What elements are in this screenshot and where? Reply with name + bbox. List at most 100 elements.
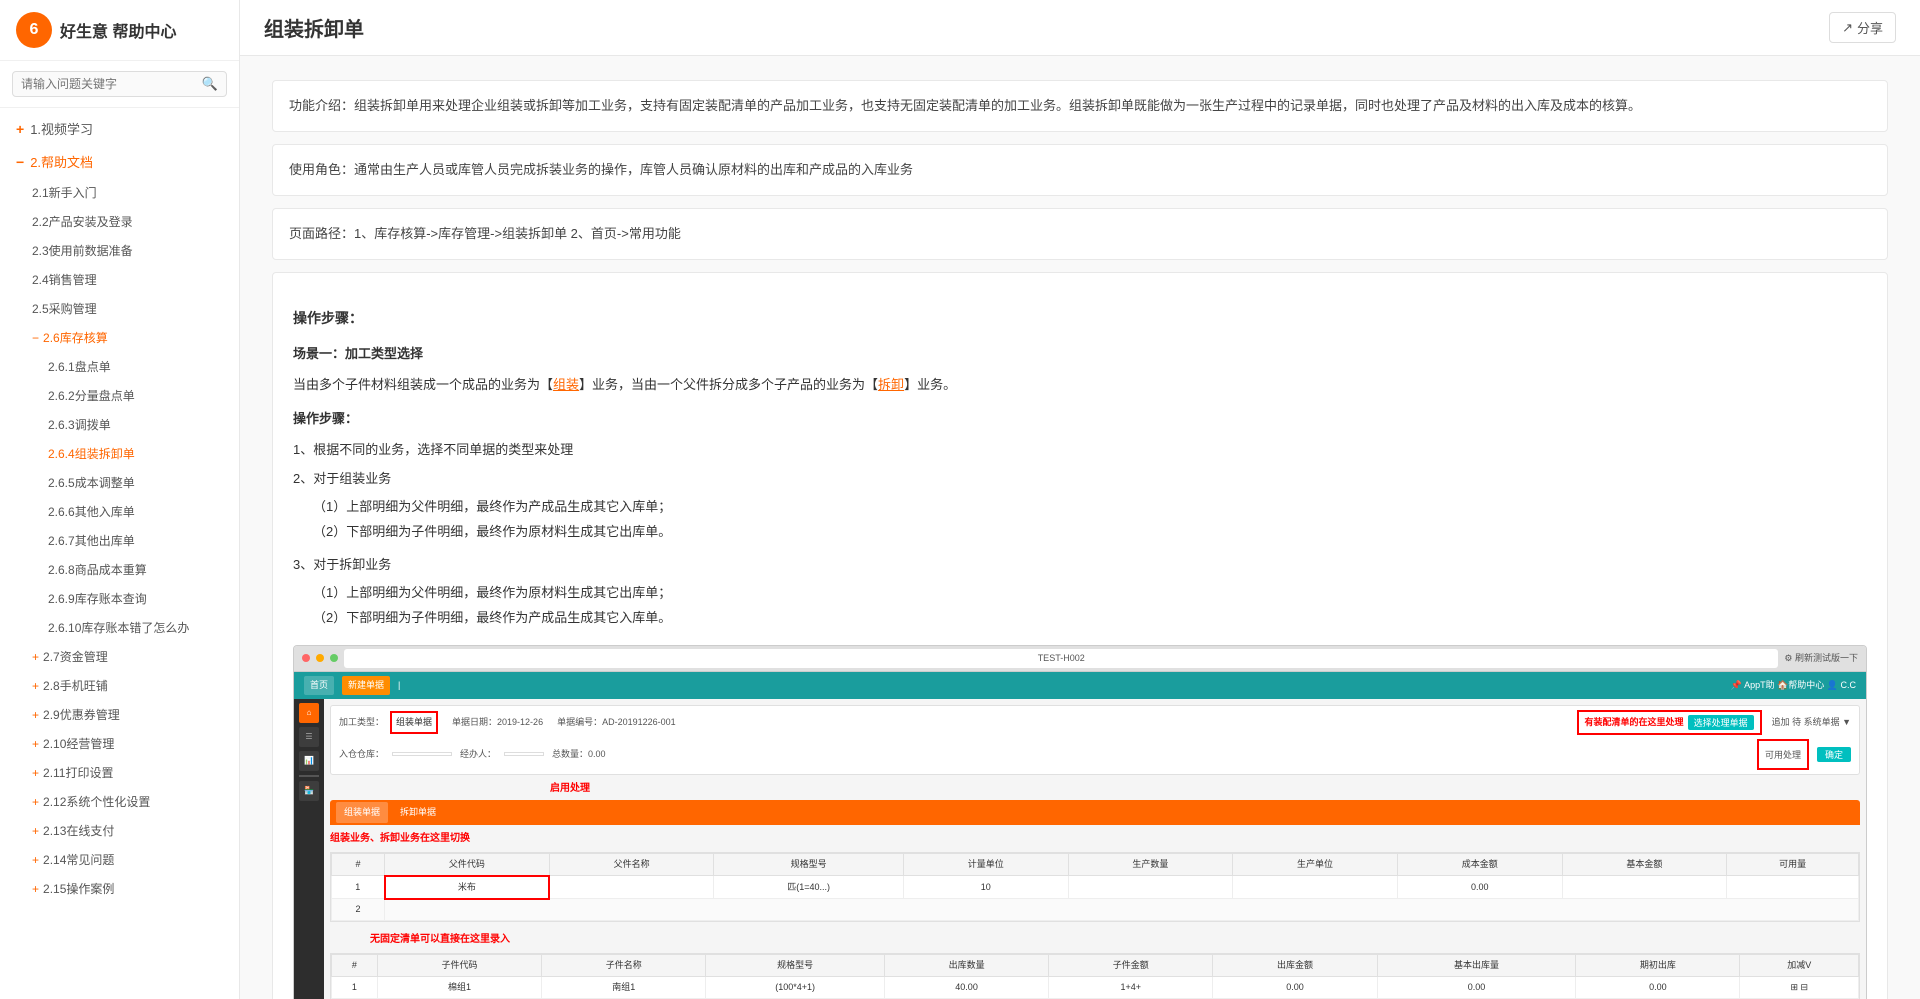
annotation4-text: 无固定清单可以直接在这里录入 [330,934,510,945]
annotation3-text: 启用处理 [550,779,590,798]
sub-table-head: # 子件代码 子件名称 规格型号 出库数量 子件金额 出库金额 基本出库量 [332,954,1859,976]
app-nav-purchase: 新建单据 [342,676,390,695]
form-header: 加工类型： 组装单据 单据日期：2019-12-26 单据编号：AD-20191… [330,705,1860,775]
sidebar-item-label: 2.帮助文档 [30,152,93,171]
process-btn[interactable]: 选择处理单据 [1688,715,1754,730]
sidebar-item-211[interactable]: +2.11打印设置 [0,758,239,787]
warehouse-label: 入仓仓库： [339,746,384,763]
warehouse-input[interactable] [392,752,452,756]
td-num: 1 [332,876,385,899]
sidebar-item-261[interactable]: 2.6.1盘点单 [0,352,239,381]
tab-assembly[interactable]: 组装单据 [336,802,388,823]
app-nav-icons: 📌 AppT助 🏠帮助中心 👤 C.C [1731,677,1856,694]
step1: 1、根据不同的业务，选择不同单据的类型来处理 [293,438,1867,463]
app-nav-text: | [398,677,400,694]
th-unit: 计量单位 [903,853,1068,876]
annotation1-area: 有装配清单的在这里处理 选择处理单据 [1577,710,1762,735]
search-box: 🔍 [0,61,239,108]
sidebar-item-269[interactable]: 2.6.9库存账本查询 [0,584,239,613]
sidebar-item-22[interactable]: 2.2产品安装及登录 [0,207,239,236]
form-type-value: 组装单据 [390,711,438,734]
sidebar-item-29[interactable]: +2.9优惠券管理 [0,700,239,729]
path-block: 页面路径：1、库存核算->库存管理->组装拆卸单 2、首页->常用功能 [272,208,1888,260]
maximize-btn-icon [330,654,338,662]
sidebar-item-23[interactable]: 2.3使用前数据准备 [0,236,239,265]
td-prod-unit [1233,876,1398,899]
sidebar-item-21[interactable]: 2.1新手入门 [0,178,239,207]
chart-icon: 📊 [304,753,314,768]
sub-td-baseout: 0.00 [1377,977,1576,999]
sub-th-code: 子件代码 [377,954,541,976]
sidebar-item-267[interactable]: 2.6.7其他出库单 [0,526,239,555]
share-button[interactable]: ↗ 分享 [1829,12,1896,43]
tab-teardown[interactable]: 拆卸单据 [392,802,444,823]
main-header: 组装拆卸单 ↗ 分享 [240,0,1920,56]
th-qty: 生产数量 [1068,853,1233,876]
sidebar-item-video[interactable]: + 1.视频学习 [0,112,239,145]
parent-table-head: # 父件代码 父件名称 规格型号 计量单位 生产数量 生产单位 成本金额 [332,853,1859,876]
sub-table-body: 1 棉组1 南组1 (100*4+1) 40.00 1+4+ 0.00 0.00 [332,977,1859,999]
sidebar-item-docs[interactable]: − 2.帮助文档 [0,145,239,178]
sub-table-wrap: # 子件代码 子件名称 规格型号 出库数量 子件金额 出库金额 基本出库量 [330,953,1860,999]
path-text: 页面路径：1、库存核算->库存管理->组装拆卸单 2、首页->常用功能 [289,226,681,241]
form-date-label: 单据日期：2019-12-26 [452,714,543,731]
parent-table-wrap: # 父件代码 父件名称 规格型号 计量单位 生产数量 生产单位 成本金额 [330,852,1860,923]
sidebar-item-212[interactable]: +2.12系统个性化设置 [0,787,239,816]
sidebar-item-28[interactable]: +2.8手机旺铺 [0,671,239,700]
app-form-area: 加工类型： 组装单据 单据日期：2019-12-26 单据编号：AD-20191… [324,699,1866,999]
confirm-btn[interactable]: 确定 [1817,747,1851,762]
td-spec: 匹(1=40...) [714,876,903,899]
th-parent-code: 父件代码 [385,853,550,876]
th-parent-name: 父件名称 [549,853,714,876]
ops-title: 操作步骤： [293,305,1867,332]
app-sidebar-icon1: ⌂ [299,703,319,723]
step3-1: （1）上部明细为父件明细，最终作为原材料生成其它出库单； [293,581,1867,606]
sidebar-item-25[interactable]: 2.5采购管理 [0,294,239,323]
role-text: 使用角色：通常由生产人员或库管人员完成拆装业务的操作，库管人员确认原材料的出库和… [289,162,913,177]
minimize-btn-icon [316,654,324,662]
sidebar-item-26[interactable]: −2.6库存核算 [0,323,239,352]
sub-th-num: # [332,954,378,976]
person-input[interactable] [504,752,544,756]
annotation4-row: 无固定清单可以直接在这里录入 [330,926,1860,951]
sidebar-item-214[interactable]: +2.14常见问题 [0,845,239,874]
app-sidebar-icon3: 📊 [299,751,319,771]
browser-controls: ⚙ 刷新测试版一下 [1784,650,1858,667]
sidebar-item-24[interactable]: 2.4销售管理 [0,265,239,294]
sidebar-item-2610[interactable]: 2.6.10库存账本错了怎么办 [0,613,239,642]
table-row: 1 米布 匹(1=40...) 10 0.00 [332,876,1859,899]
sub-table-header-row: # 子件代码 子件名称 规格型号 出库数量 子件金额 出库金额 基本出库量 [332,954,1859,976]
sidebar-item-213[interactable]: +2.13在线支付 [0,816,239,845]
td-available [1727,876,1859,899]
sidebar-item-264[interactable]: 2.6.4组装拆卸单 [0,439,239,468]
search-icon[interactable]: 🔍 [202,76,218,92]
sub-td-spec: (100*4+1) [706,977,885,999]
th-base-amt: 基本金额 [1562,853,1727,876]
sidebar-item-266[interactable]: 2.6.6其他入库单 [0,497,239,526]
sub-td-code: 棉组1 [377,977,541,999]
sidebar-item-210[interactable]: +2.10经营管理 [0,729,239,758]
form-warehouse-row: 入仓仓库： 经办人： 总数量：0.00 可用处理 确定 [339,739,1851,770]
sidebar-item-263[interactable]: 2.6.3调拨单 [0,410,239,439]
td-empty [385,899,1859,921]
main-area: 组装拆卸单 ↗ 分享 功能介绍：组装拆卸单用来处理企业组装或拆卸等加工业务，支持… [240,0,1920,999]
sidebar-item-262[interactable]: 2.6.2分量盘点单 [0,381,239,410]
browser-url: TEST-H002 [344,649,1778,668]
sidebar-item-268[interactable]: 2.6.8商品成本重算 [0,555,239,584]
app-nav-left: 首页 新建单据 | [304,676,400,695]
search-input[interactable] [21,77,202,91]
sidebar-item-27[interactable]: +2.7资金管理 [0,642,239,671]
person-label: 经办人： [460,746,496,763]
home-icon: ⌂ [307,705,312,720]
role-block: 使用角色：通常由生产人员或库管人员完成拆装业务的操作，库管人员确认原材料的出库和… [272,144,1888,196]
annotation3-row: 启用处理 [330,779,1860,798]
sidebar-item-215[interactable]: +2.15操作案例 [0,874,239,903]
form-docnum-label: 单据编号：AD-20191226-001 [557,714,676,731]
annotation1-text: 有装配清单的在这里处理 [1585,714,1684,731]
annotation2-row: 组装业务、拆卸业务在这里切换 [330,825,1860,850]
app-body: ⌂ ☰ 📊 🏪 [294,699,1866,999]
app-nav-right: 📌 AppT助 🏠帮助中心 👤 C.C [1731,677,1856,694]
sidebar-item-265[interactable]: 2.6.5成本调整单 [0,468,239,497]
search-wrap[interactable]: 🔍 [12,71,227,97]
td-num2: 2 [332,899,385,921]
